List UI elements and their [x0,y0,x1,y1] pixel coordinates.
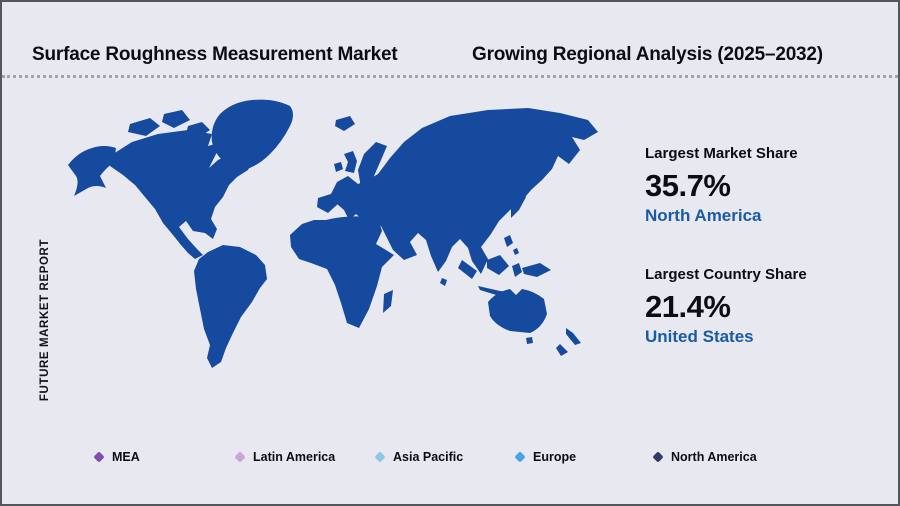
dotted-divider [2,75,898,78]
legend-label: North America [671,450,757,464]
legend-swatch-asia-pacific-icon [374,451,386,463]
page-subtitle: Growing Regional Analysis (2025–2032) [472,44,823,65]
legend-label: Latin America [253,450,336,464]
stat-region: North America [645,206,762,225]
stat-value: 35.7% [645,168,731,203]
stat-label: Largest Market Share [645,145,798,162]
legend-swatch-europe-icon [514,451,526,463]
map-new-zealand [556,328,581,356]
legend-item-latin-america: Latin America [234,450,336,464]
map-iceland [335,116,355,131]
map-africa [290,216,394,328]
map-british-isles [334,151,357,173]
map-australia [488,289,547,333]
map-greenland [211,99,293,170]
stat-label: Largest Country Share [645,266,807,283]
stat-largest-market-share: Largest Market Share 35.7% North America [645,145,885,226]
map-madagascar [383,290,393,313]
legend-swatch-mea-icon [93,451,105,463]
brand-side-label: FUTURE MARKET REPORT [39,238,51,402]
stat-largest-country-share: Largest Country Share 21.4% United State… [645,266,885,347]
legend-label: MEA [112,450,140,464]
legend-swatch-north-america-icon [652,451,664,463]
map-alaska [68,146,116,196]
legend-item-asia-pacific: Asia Pacific [374,450,464,464]
legend-swatch-latin-america-icon [234,451,246,463]
stat-value: 21.4% [645,289,731,324]
page-title: Surface Roughness Measurement Market [32,44,398,65]
legend-item-mea: MEA [93,450,140,464]
infographic-canvas: Surface Roughness Measurement Market Gro… [0,0,900,506]
map-south-america [194,245,267,368]
legend-item-europe: Europe [514,450,577,464]
legend-label: Europe [533,450,577,464]
map-sri-lanka [440,278,447,286]
legend-item-north-america: North America [652,450,757,464]
map-tasmania [526,337,533,344]
stat-region: United States [645,327,754,346]
world-map [68,99,598,368]
legend-label: Asia Pacific [393,450,464,464]
